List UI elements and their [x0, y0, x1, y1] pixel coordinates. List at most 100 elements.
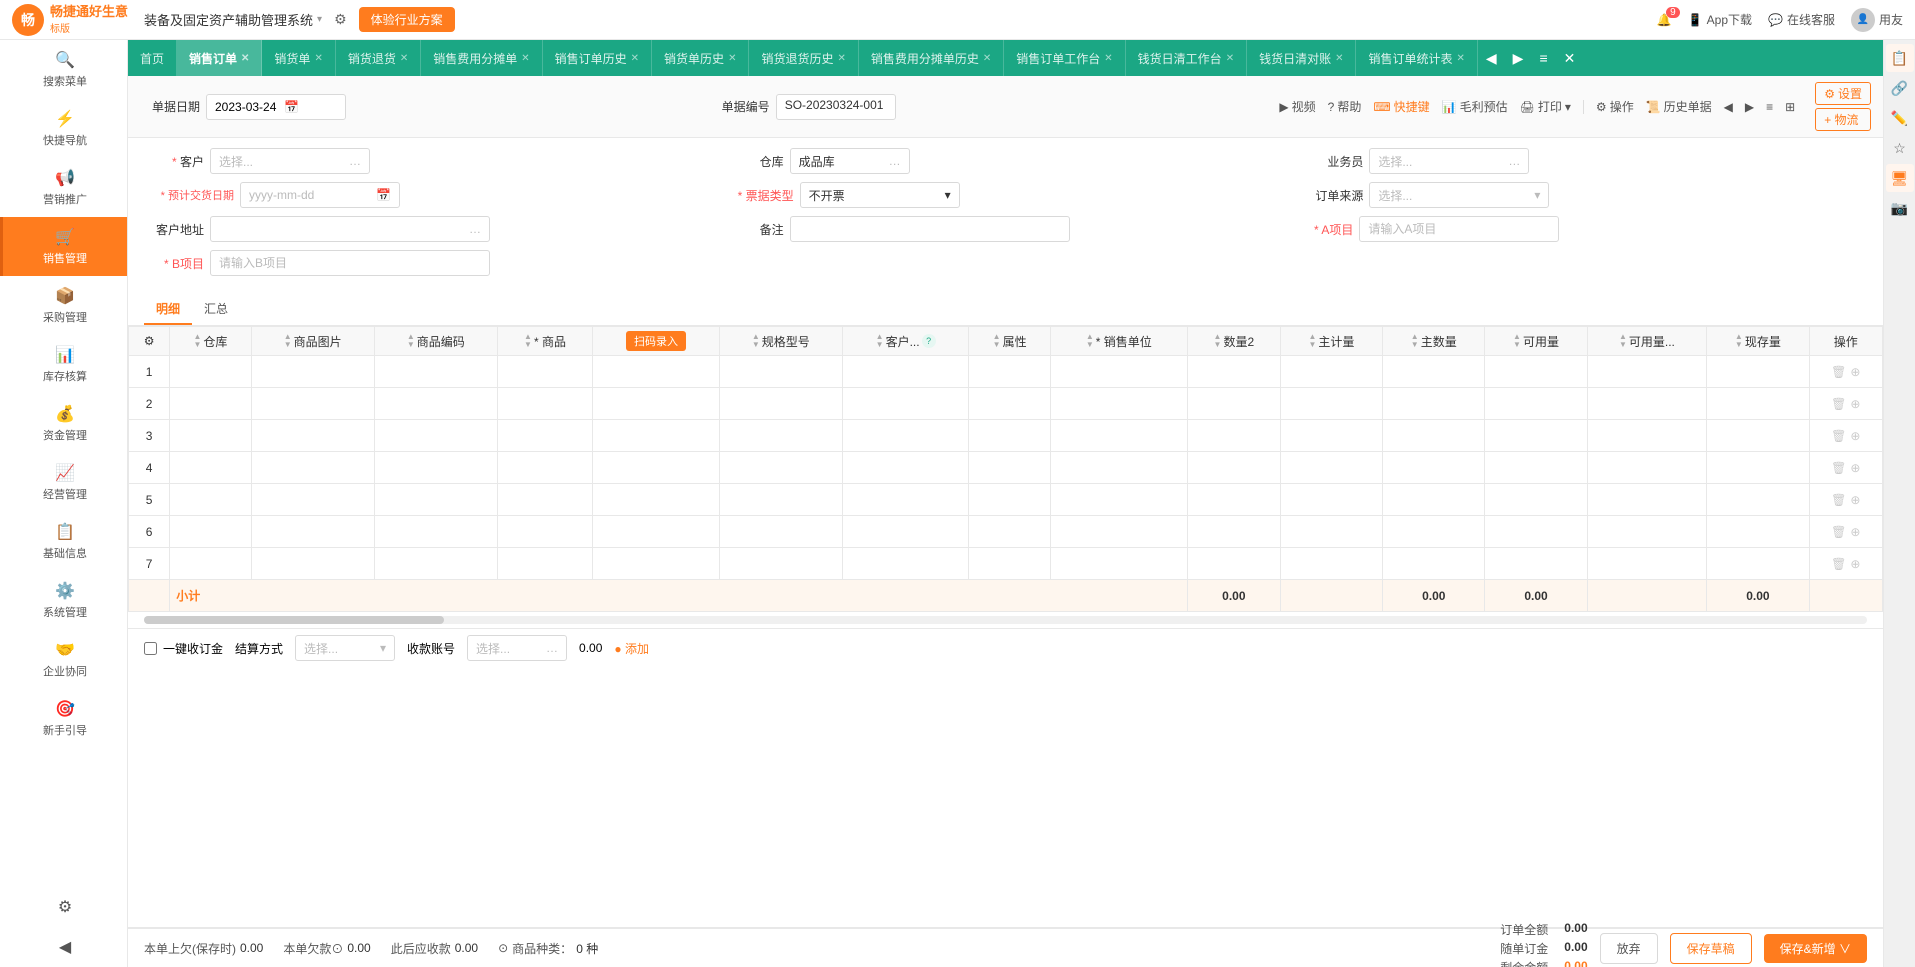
- discard-btn[interactable]: 放弃: [1600, 933, 1658, 964]
- sidebar-item-operations[interactable]: 📈 经营管理: [0, 453, 127, 512]
- row-4-spec[interactable]: [719, 452, 842, 484]
- add-material-btn[interactable]: + 物流: [1815, 108, 1871, 131]
- th-warehouse[interactable]: ▲▼仓库: [170, 327, 251, 356]
- row-1-warehouse[interactable]: [170, 356, 251, 388]
- a-project-input[interactable]: 请输入A项目: [1359, 216, 1559, 242]
- th-available-qty2[interactable]: ▲▼可用量...: [1587, 327, 1707, 356]
- tab-nav-prev[interactable]: ◀: [1478, 50, 1505, 67]
- tab-reconcile-close[interactable]: ✕: [1335, 53, 1343, 64]
- row-5-attr[interactable]: [969, 484, 1050, 516]
- user-item[interactable]: 👤 用友: [1851, 8, 1903, 32]
- row-2-qty2[interactable]: [1187, 388, 1280, 420]
- sidebar-item-sales[interactable]: 🛒 销售管理: [0, 217, 127, 276]
- account-dots-btn[interactable]: …: [546, 641, 558, 655]
- tab-sales-invoice[interactable]: 销货单 ✕: [262, 40, 335, 76]
- tab-sales-history[interactable]: 销售订单历史 ✕: [543, 40, 652, 76]
- row-3-customer-code[interactable]: [842, 420, 969, 452]
- th-main-qty[interactable]: ▲▼主数量: [1383, 327, 1485, 356]
- row-1-code[interactable]: [374, 356, 497, 388]
- th-settings[interactable]: ⚙: [129, 327, 170, 356]
- tab-sales-return-close[interactable]: ✕: [400, 53, 408, 64]
- row-4-main-qty[interactable]: [1383, 452, 1485, 484]
- row-6-unit[interactable]: [1050, 516, 1187, 548]
- help-btn[interactable]: ? 帮助: [1328, 98, 1362, 115]
- row-7-main-qty[interactable]: [1383, 548, 1485, 580]
- view-video-btn[interactable]: ▶ 视频: [1279, 98, 1315, 115]
- row-2-unit[interactable]: [1050, 388, 1187, 420]
- copy-icon-3[interactable]: ⊕: [1850, 429, 1860, 443]
- scan-btn[interactable]: 扫码录入: [626, 331, 686, 351]
- list-view-btn[interactable]: ≡: [1766, 100, 1773, 114]
- th-spec[interactable]: ▲▼规格型号: [719, 327, 842, 356]
- sidebar-item-inventory[interactable]: 📊 库存核算: [0, 335, 127, 394]
- row-1-main-qty[interactable]: [1383, 356, 1485, 388]
- row-6-avail[interactable]: [1485, 516, 1587, 548]
- tab-sales-invoice-close[interactable]: ✕: [314, 53, 322, 64]
- th-product[interactable]: ▲▼* 商品: [497, 327, 592, 356]
- row-3-main-unit[interactable]: [1280, 420, 1382, 452]
- sidebar-item-basic-info[interactable]: 📋 基础信息: [0, 512, 127, 571]
- row-4-unit[interactable]: [1050, 452, 1187, 484]
- row-4-avail[interactable]: [1485, 452, 1587, 484]
- tab-expense-history[interactable]: 销售费用分摊单历史 ✕: [859, 40, 1004, 76]
- row-2-product[interactable]: [497, 388, 592, 420]
- tab-workbench[interactable]: 销售订单工作台 ✕: [1004, 40, 1125, 76]
- tab-detail[interactable]: 明细: [144, 294, 192, 325]
- add-payment-btn[interactable]: ● 添加: [614, 640, 649, 657]
- row-1-product[interactable]: [497, 356, 592, 388]
- row-6-warehouse[interactable]: [170, 516, 251, 548]
- row-7-avail[interactable]: [1485, 548, 1587, 580]
- order-source-dropdown-icon[interactable]: ▾: [1534, 188, 1540, 202]
- copy-icon-6[interactable]: ⊕: [1850, 525, 1860, 539]
- row-7-warehouse[interactable]: [170, 548, 251, 580]
- delivery-date-input[interactable]: yyyy-mm-dd 📅: [240, 182, 400, 208]
- tab-nav-next[interactable]: ▶: [1505, 50, 1532, 67]
- row-3-avail2[interactable]: [1587, 420, 1707, 452]
- settings-icon[interactable]: ⚙: [334, 11, 347, 28]
- right-panel-icon-4[interactable]: 🖥: [1886, 164, 1914, 192]
- one-click-checkbox[interactable]: [144, 642, 157, 655]
- tab-close-all[interactable]: ✕: [1556, 50, 1584, 67]
- delete-icon-3[interactable]: 🗑: [1831, 429, 1846, 443]
- app-download-item[interactable]: 📱 App下载: [1688, 11, 1752, 28]
- row-7-main-unit[interactable]: [1280, 548, 1382, 580]
- row-1-avail2[interactable]: [1587, 356, 1707, 388]
- tab-sales-return[interactable]: 销货退货 ✕: [336, 40, 421, 76]
- row-3-avail[interactable]: [1485, 420, 1587, 452]
- row-1-spec[interactable]: [719, 356, 842, 388]
- row-3-main-qty[interactable]: [1383, 420, 1485, 452]
- row-6-attr[interactable]: [969, 516, 1050, 548]
- row-1-attr[interactable]: [969, 356, 1050, 388]
- delete-icon-7[interactable]: 🗑: [1831, 557, 1846, 571]
- row-6-stock[interactable]: [1707, 516, 1809, 548]
- warehouse-select[interactable]: 成品库 …: [790, 148, 910, 174]
- address-input[interactable]: …: [210, 216, 490, 242]
- row-3-unit[interactable]: [1050, 420, 1187, 452]
- tab-expense-history-close[interactable]: ✕: [983, 53, 991, 64]
- row-4-stock[interactable]: [1707, 452, 1809, 484]
- app-title-dropdown-icon[interactable]: ▾: [317, 14, 322, 25]
- grid-view-btn[interactable]: ⊞: [1785, 100, 1795, 114]
- address-dots-btn[interactable]: …: [469, 222, 481, 236]
- sidebar-item-finance[interactable]: 💰 资金管理: [0, 394, 127, 453]
- salesperson-select[interactable]: 选择... …: [1369, 148, 1529, 174]
- th-qty2[interactable]: ▲▼数量2: [1187, 327, 1280, 356]
- operate-btn[interactable]: ⚙ 操作: [1596, 98, 1634, 115]
- th-code[interactable]: ▲▼商品编码: [374, 327, 497, 356]
- row-6-main-unit[interactable]: [1280, 516, 1382, 548]
- tab-stats[interactable]: 销售订单统计表 ✕: [1356, 40, 1477, 76]
- row-4-main-unit[interactable]: [1280, 452, 1382, 484]
- sidebar-item-system[interactable]: ⚙️ 系统管理: [0, 571, 127, 630]
- order-source-select[interactable]: 选择... ▾: [1369, 182, 1549, 208]
- tab-nav-list[interactable]: ≡: [1531, 50, 1555, 66]
- row-2-image[interactable]: [251, 388, 374, 420]
- right-panel-icon-0[interactable]: 📋: [1886, 44, 1914, 72]
- row-2-avail2[interactable]: [1587, 388, 1707, 420]
- copy-icon-4[interactable]: ⊕: [1850, 461, 1860, 475]
- row-5-image[interactable]: [251, 484, 374, 516]
- row-3-spec[interactable]: [719, 420, 842, 452]
- sidebar-item-search[interactable]: 🔍 搜索菜单: [0, 40, 127, 99]
- row-7-code[interactable]: [374, 548, 497, 580]
- row-6-avail2[interactable]: [1587, 516, 1707, 548]
- customer-dots-btn[interactable]: …: [349, 154, 361, 168]
